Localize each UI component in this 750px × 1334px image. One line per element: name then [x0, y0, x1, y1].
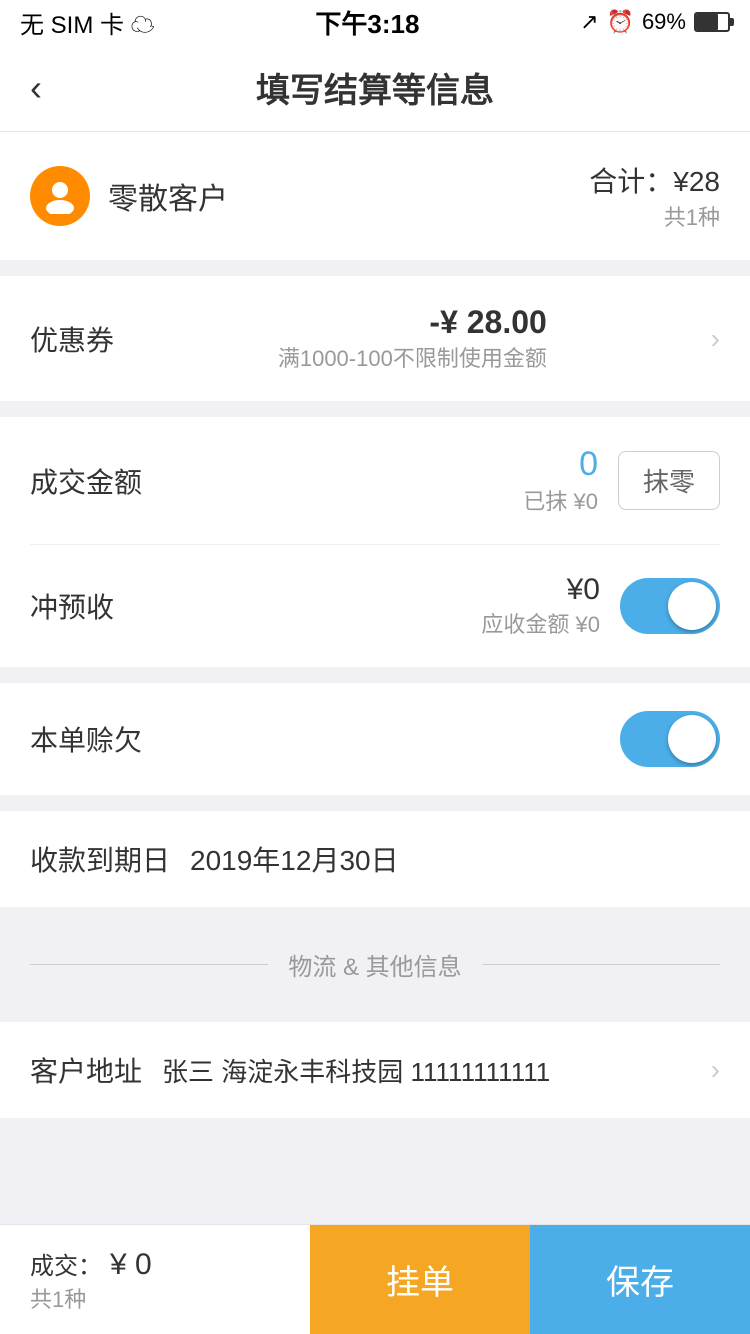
coupon-row[interactable]: 优惠券 -¥ 28.00 满1000-100不限制使用金额 ›: [0, 276, 750, 401]
save-label: 保存: [606, 1255, 674, 1304]
coupon-discount: -¥ 28.00: [278, 304, 547, 341]
bottom-deal-value: ¥ 0: [110, 1248, 152, 1282]
prepay-toggle[interactable]: [620, 578, 720, 634]
deal-amount-right: 0 已抹 ¥0 抹零: [523, 445, 720, 516]
prepay-label: 冲预收: [30, 586, 114, 626]
save-button[interactable]: 保存: [530, 1225, 750, 1334]
coupon-description: 满1000-100不限制使用金额: [278, 341, 547, 373]
avatar: [30, 166, 90, 226]
deal-section: 成交金额 0 已抹 ¥0 抹零 冲预收 ¥0 应收金额 ¥0: [0, 417, 750, 667]
battery-level: 69%: [642, 9, 686, 35]
total-count: 共1种: [589, 200, 720, 232]
bottom-deal-label: 成交：: [30, 1246, 102, 1281]
prepay-row: 冲预收 ¥0 应收金额 ¥0: [30, 545, 720, 667]
divider-line-left: [30, 964, 268, 965]
page-title: 填写结算等信息: [90, 63, 660, 112]
debt-toggle-knob: [668, 715, 716, 763]
customer-info: 零散客户: [30, 166, 228, 226]
sim-signal: 无 SIM 卡 ☁: [20, 5, 155, 40]
hold-order-button[interactable]: 挂单: [310, 1225, 530, 1334]
status-bar: 无 SIM 卡 ☁ 下午3:18 ↗ ⏰ 69%: [0, 0, 750, 44]
toggle-knob: [668, 582, 716, 630]
address-section[interactable]: 客户地址 张三 海淀永丰科技园 11111111111 ›: [0, 1022, 750, 1118]
debt-label: 本单赊欠: [30, 719, 142, 759]
coupon-label: 优惠券: [30, 319, 114, 359]
debt-section: 本单赊欠: [0, 683, 750, 795]
deal-amount-sub: 已抹 ¥0: [523, 484, 598, 516]
debt-toggle[interactable]: [620, 711, 720, 767]
bottom-deal-row: 成交： ¥ 0: [30, 1246, 280, 1282]
status-right: ↗ ⏰ 69%: [580, 9, 730, 35]
deal-amount-row: 成交金额 0 已抹 ¥0 抹零: [30, 417, 720, 545]
bottom-count: 共1种: [30, 1282, 280, 1314]
round-zero-button[interactable]: 抹零: [618, 451, 720, 510]
coupon-right: -¥ 28.00 满1000-100不限制使用金额: [278, 304, 547, 373]
prepay-sub: 应收金额 ¥0: [481, 607, 600, 639]
address-label: 客户地址: [30, 1050, 142, 1090]
bottom-bar: 成交： ¥ 0 共1种 挂单 保存: [0, 1224, 750, 1334]
customer-row: 零散客户 合计：¥28 共1种: [0, 132, 750, 260]
deal-amount-value: 0: [523, 445, 598, 484]
prepay-right: ¥0 应收金额 ¥0: [481, 573, 720, 639]
battery-icon: [694, 12, 730, 32]
duedate-label: 收款到期日: [30, 839, 170, 879]
duedate-value: 2019年12月30日: [190, 839, 399, 879]
customer-total: 合计：¥28 共1种: [589, 160, 720, 232]
prepay-value: ¥0: [481, 573, 600, 607]
prepay-value-block: ¥0 应收金额 ¥0: [481, 573, 600, 639]
address-value: 张三 海淀永丰科技园 11111111111: [162, 1052, 701, 1089]
divider-text: 物流 & 其他信息: [288, 947, 461, 982]
info-divider: 物流 & 其他信息: [0, 923, 750, 1006]
status-left: 无 SIM 卡 ☁: [20, 5, 155, 40]
nav-bar: ‹ 填写结算等信息: [0, 44, 750, 132]
coupon-arrow-icon: ›: [711, 323, 720, 355]
total-amount: 合计：¥28: [589, 160, 720, 200]
deal-value-block: 0 已抹 ¥0: [523, 445, 598, 516]
address-arrow-icon: ›: [711, 1054, 720, 1086]
bottom-deal-info: 成交： ¥ 0 共1种: [0, 1246, 310, 1314]
status-time: 下午3:18: [315, 4, 419, 41]
deal-amount-label: 成交金额: [30, 461, 142, 501]
customer-name: 零散客户: [108, 174, 228, 218]
location-icon: ↗: [580, 9, 598, 35]
alarm-icon: ⏰: [607, 9, 634, 35]
back-button[interactable]: ‹: [30, 67, 90, 109]
hold-order-label: 挂单: [386, 1255, 454, 1304]
duedate-section: 收款到期日 2019年12月30日: [0, 811, 750, 907]
divider-line-right: [482, 964, 720, 965]
